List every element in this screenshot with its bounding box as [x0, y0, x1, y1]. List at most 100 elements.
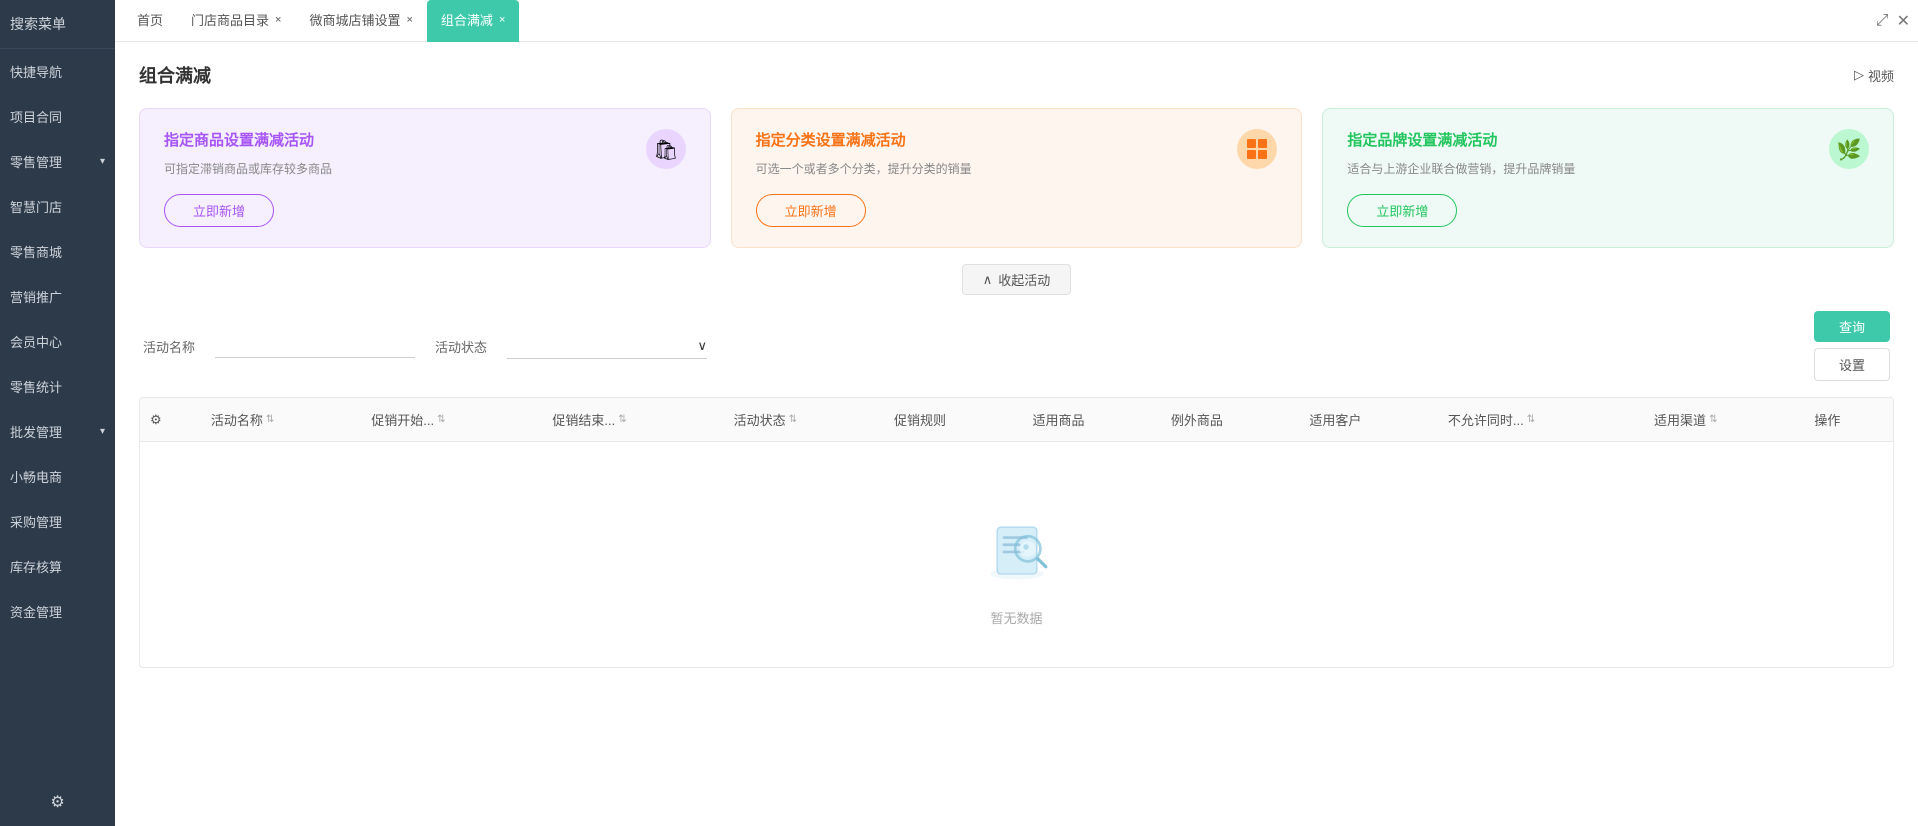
- th-rule: 促销规则: [884, 398, 1022, 442]
- empty-text: 暂无数据: [990, 608, 1042, 627]
- card-add-btn-2[interactable]: 立即新增: [1347, 194, 1457, 227]
- activity-status-select[interactable]: ∨: [507, 334, 707, 359]
- sort-icon: ⇅: [437, 414, 445, 425]
- table-wrap: ⚙活动名称⇅促销开始...⇅促销结束...⇅活动状态⇅促销规则适用商品例外商品适…: [139, 397, 1894, 668]
- sidebar-item-批发管理[interactable]: 批发管理▾: [0, 409, 115, 454]
- th-label-noallow: 不允许同时...: [1448, 410, 1524, 429]
- sidebar-item-采购管理[interactable]: 采购管理: [0, 499, 115, 544]
- chevron-down-icon: ▾: [100, 156, 105, 167]
- sidebar-item-小畅电商[interactable]: 小畅电商: [0, 454, 115, 499]
- th-start[interactable]: 促销开始...⇅: [361, 398, 542, 442]
- sidebar-item-label: 采购管理: [10, 512, 62, 531]
- sidebar-item-label: 项目合同: [10, 107, 62, 126]
- settings-btn[interactable]: 设置: [1814, 348, 1890, 381]
- card-add-btn-0[interactable]: 立即新增: [164, 194, 274, 227]
- sidebar-item-label: 会员中心: [10, 332, 62, 351]
- tab-label: 首页: [137, 10, 163, 29]
- th-label-name: 活动名称: [211, 410, 263, 429]
- tab-首页[interactable]: 首页: [123, 0, 177, 42]
- card-desc-1: 可选一个或者多个分类，提升分类的销量: [756, 160, 1278, 177]
- sidebar-item-label: 零售统计: [10, 377, 62, 396]
- sidebar-item-label: 智慧门店: [10, 197, 62, 216]
- sidebar-item-label: 资金管理: [10, 602, 62, 621]
- activity-name-input[interactable]: [215, 334, 415, 358]
- th-goods: 适用商品: [1022, 398, 1160, 442]
- sidebar-item-label: 库存核算: [10, 557, 62, 576]
- video-link[interactable]: ▷ 视频: [1854, 66, 1894, 85]
- th-noallow[interactable]: 不允许同时...⇅: [1438, 398, 1644, 442]
- sidebar-item-库存核算[interactable]: 库存核算: [0, 544, 115, 589]
- collapse-label: 收起活动: [998, 270, 1050, 289]
- th-label-channel: 适用渠道: [1654, 410, 1706, 429]
- th-label-end: 促销结束...: [552, 410, 615, 429]
- sidebar-item-项目合同[interactable]: 项目合同: [0, 94, 115, 139]
- sidebar-item-营销推广[interactable]: 营销推广: [0, 274, 115, 319]
- close-icon[interactable]: ×: [499, 14, 505, 26]
- sort-icon: ⇅: [789, 414, 797, 425]
- card-add-btn-1[interactable]: 立即新增: [756, 194, 866, 227]
- filter-row: 活动名称 活动状态 ∨ 查询 设置: [139, 311, 1894, 381]
- th-end[interactable]: 促销结束...⇅: [542, 398, 723, 442]
- sidebar-item-快捷导航[interactable]: 快捷导航: [0, 49, 115, 94]
- play-icon: ▷: [1854, 67, 1864, 83]
- card-icon-1: [1237, 129, 1277, 177]
- card-title-2: 指定品牌设置满减活动: [1347, 129, 1869, 150]
- sidebar-search[interactable]: 搜索菜单: [0, 0, 115, 49]
- page-header: 组合满减 ▷ 视频: [139, 62, 1894, 88]
- tab-label: 组合满减: [441, 10, 493, 29]
- activity-status-label: 活动状态: [435, 337, 487, 356]
- th-label-goods: 适用商品: [1032, 410, 1084, 429]
- sort-icon: ⇅: [618, 414, 626, 425]
- sort-icon: ⇅: [1527, 414, 1535, 425]
- gear-icon: ⚙: [50, 794, 64, 811]
- empty-state: 暂无数据: [140, 442, 1893, 667]
- card-2: 🌿指定品牌设置满减活动适合与上游企业联合做营销，提升品牌销量立即新增: [1322, 108, 1894, 248]
- content-area: 组合满减 ▷ 视频 🛍指定商品设置满减活动可指定滞销商品或库存较多商品立即新增指…: [115, 42, 1918, 826]
- sidebar-item-零售管理[interactable]: 零售管理▾: [0, 139, 115, 184]
- sidebar-item-label: 批发管理: [10, 422, 62, 441]
- restore-window-btn[interactable]: ⤢: [1876, 12, 1889, 30]
- card-0: 🛍指定商品设置满减活动可指定滞销商品或库存较多商品立即新增: [139, 108, 711, 248]
- svg-text:🌿: 🌿: [1837, 137, 1862, 161]
- th-channel[interactable]: 适用渠道⇅: [1644, 398, 1804, 442]
- sidebar-settings-btn[interactable]: ⚙: [0, 778, 115, 826]
- collapse-btn[interactable]: ∧ 收起活动: [962, 264, 1072, 295]
- sidebar-item-零售商城[interactable]: 零售商城: [0, 229, 115, 274]
- collapse-row: ∧ 收起活动: [139, 264, 1894, 295]
- sort-icon: ⇅: [266, 414, 274, 425]
- sidebar-item-零售统计[interactable]: 零售统计: [0, 364, 115, 409]
- th-label-action: 操作: [1814, 410, 1840, 429]
- sidebar-item-资金管理[interactable]: 资金管理: [0, 589, 115, 634]
- card-icon-0: 🛍: [646, 129, 686, 177]
- sort-icon: ⇅: [1709, 414, 1717, 425]
- th-name[interactable]: 活动名称⇅: [201, 398, 361, 442]
- sidebar-item-label: 小畅电商: [10, 467, 62, 486]
- tab-组合满减[interactable]: 组合满减 ×: [427, 0, 519, 42]
- sidebar-item-智慧门店[interactable]: 智慧门店: [0, 184, 115, 229]
- th-exception: 例外商品: [1161, 398, 1299, 442]
- close-icon[interactable]: ×: [275, 14, 281, 26]
- close-window-btn[interactable]: ✕: [1897, 11, 1910, 31]
- sidebar-item-label: 营销推广: [10, 287, 62, 306]
- video-label: 视频: [1868, 66, 1894, 85]
- th-customer: 适用客户: [1299, 398, 1437, 442]
- th-settings: ⚙: [140, 398, 201, 442]
- main-area: 首页门店商品目录 ×微商城店铺设置 ×组合满减 × ⤢ ✕ 组合满减 ▷ 视频 …: [115, 0, 1918, 826]
- card-title-1: 指定分类设置满减活动: [756, 129, 1278, 150]
- th-status[interactable]: 活动状态⇅: [724, 398, 884, 442]
- tab-门店商品目录[interactable]: 门店商品目录 ×: [177, 0, 295, 42]
- tab-label: 微商城店铺设置: [309, 10, 400, 29]
- close-icon[interactable]: ×: [406, 14, 412, 26]
- query-btn[interactable]: 查询: [1814, 311, 1890, 342]
- card-desc-0: 可指定滞销商品或库存较多商品: [164, 160, 686, 177]
- tab-微商城店铺设置[interactable]: 微商城店铺设置 ×: [295, 0, 426, 42]
- th-label-status: 活动状态: [734, 410, 786, 429]
- activity-name-label: 活动名称: [143, 337, 195, 356]
- cards-row: 🛍指定商品设置满减活动可指定滞销商品或库存较多商品立即新增指定分类设置满减活动可…: [139, 108, 1894, 248]
- th-label-exception: 例外商品: [1171, 410, 1223, 429]
- card-1: 指定分类设置满减活动可选一个或者多个分类，提升分类的销量立即新增: [731, 108, 1303, 248]
- card-title-0: 指定商品设置满减活动: [164, 129, 686, 150]
- main-table: ⚙活动名称⇅促销开始...⇅促销结束...⇅活动状态⇅促销规则适用商品例外商品适…: [140, 398, 1893, 442]
- sidebar-item-会员中心[interactable]: 会员中心: [0, 319, 115, 364]
- th-action: 操作: [1804, 398, 1893, 442]
